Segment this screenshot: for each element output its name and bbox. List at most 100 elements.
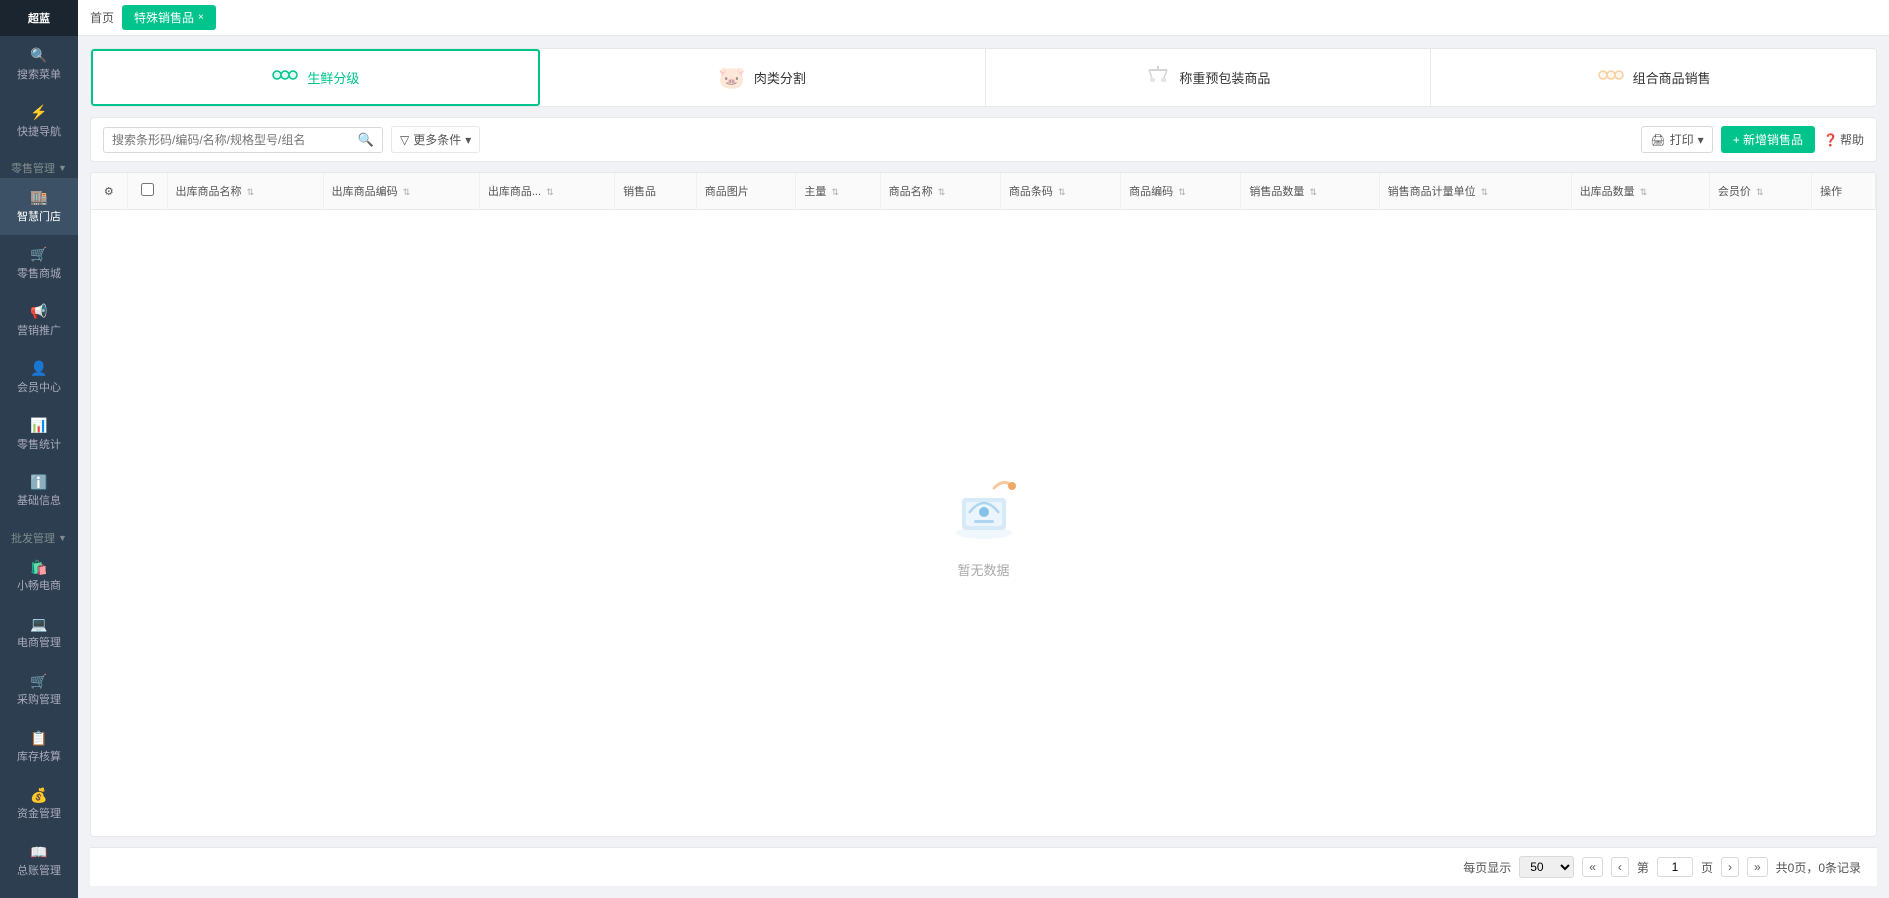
sort-icon: ⇅ — [1058, 187, 1066, 197]
col-label: 销售品数量 — [1249, 186, 1304, 198]
active-tab[interactable]: 特殊销售品 × — [122, 5, 216, 30]
th-member-price[interactable]: 会员价 ⇅ — [1709, 173, 1811, 210]
store-icon: 🏬 — [30, 188, 47, 208]
print-button[interactable]: 🖨 打印 ▾ — [1641, 126, 1712, 153]
th-product-code[interactable]: 商品编码 ⇅ — [1121, 173, 1241, 210]
add-sale-product-button[interactable]: + 新增销售品 — [1721, 126, 1815, 153]
info-icon: ℹ️ — [30, 473, 47, 493]
total-label: 共0页，0条记录 — [1776, 859, 1861, 876]
next-page-button[interactable]: › — [1721, 857, 1739, 877]
prev-page-button[interactable]: ‹ — [1611, 857, 1629, 877]
tab-fresh-grade[interactable]: 生鲜分级 — [91, 49, 540, 106]
search-box[interactable]: 🔍 — [103, 127, 383, 153]
sidebar-item-purchase[interactable]: 🛒 采购管理 — [0, 662, 78, 719]
chevron-down-icon: ▼ — [58, 163, 67, 173]
th-out-product-name[interactable]: 出库商品名称 ⇅ — [167, 173, 323, 210]
sidebar-section-wholesale[interactable]: 批发管理 ▼ — [0, 524, 78, 548]
main-content: 首页 特殊销售品 × 生鲜分级 — [78, 0, 1889, 898]
last-page-button[interactable]: » — [1747, 857, 1768, 877]
help-button[interactable]: ❓ 帮助 — [1823, 131, 1864, 148]
filter-label: 更多条件 — [413, 131, 461, 148]
sidebar-item-ledger[interactable]: 📖 总账管理 — [0, 833, 78, 890]
retail-mgmt-label: 零售管理 — [11, 160, 55, 176]
th-barcode[interactable]: 商品条码 ⇅ — [1000, 173, 1120, 210]
print-label: 打印 — [1670, 131, 1694, 148]
sort-icon: ⇅ — [546, 187, 554, 197]
th-settings[interactable]: ⚙ — [91, 173, 127, 210]
sidebar-item-smart-store[interactable]: 🏬 智慧门店 — [0, 178, 78, 235]
sidebar-item-retail-stats[interactable]: 📊 零售统计 — [0, 406, 78, 463]
add-label: + 新增销售品 — [1733, 131, 1803, 148]
sidebar-item-label: 资金管理 — [17, 807, 61, 822]
sidebar-item-label: 零售统计 — [17, 438, 61, 453]
th-out-product-code[interactable]: 出库商品编码 ⇅ — [323, 173, 479, 210]
tab-meat-cut[interactable]: 🐷 肉类分割 — [540, 49, 986, 106]
col-label: 出库品数量 — [1580, 186, 1635, 198]
search-input[interactable] — [112, 133, 354, 147]
per-page-label: 每页显示 — [1463, 859, 1511, 876]
help-label: 帮助 — [1840, 131, 1864, 148]
chevron-down-icon-2: ▼ — [58, 533, 67, 543]
sidebar-item-label: 搜索菜单 — [17, 68, 61, 83]
col-label: 出库商品名称 — [176, 186, 242, 198]
category-tabs: 生鲜分级 🐷 肉类分割 称 — [90, 48, 1877, 107]
th-sale-unit[interactable]: 销售商品计量单位 ⇅ — [1379, 173, 1571, 210]
sidebar-item-label: 基础信息 — [17, 494, 61, 509]
th-product-image: 商品图片 — [696, 173, 796, 210]
first-page-button[interactable]: « — [1582, 857, 1603, 877]
filter-button[interactable]: ▽ 更多条件 ▾ — [391, 126, 480, 153]
th-main-qty[interactable]: 主量 ⇅ — [796, 173, 880, 210]
home-tab[interactable]: 首页 — [90, 9, 114, 26]
tab-combo-sell[interactable]: 组合商品销售 — [1431, 49, 1876, 106]
print-arrow-icon: ▾ — [1698, 133, 1704, 147]
combo-icon — [1597, 65, 1625, 90]
th-out-qty[interactable]: 出库品数量 ⇅ — [1571, 173, 1709, 210]
search-icon: 🔍 — [358, 132, 374, 148]
per-page-select[interactable]: 50 10 20 100 — [1519, 856, 1574, 878]
sidebar-item-label: 会员中心 — [17, 381, 61, 396]
col-label: 商品图片 — [705, 186, 749, 198]
tab-label: 生鲜分级 — [307, 68, 359, 87]
sidebar-item-mini-ecom[interactable]: 🛍️ 小畅电商 — [0, 548, 78, 605]
sidebar-item-finance[interactable]: 💰 资金管理 — [0, 776, 78, 833]
col-label: 出库商品编码 — [332, 186, 398, 198]
sort-icon: ⇅ — [938, 187, 946, 197]
sidebar-item-ecom-mgmt[interactable]: 💻 电商管理 — [0, 605, 78, 662]
sidebar-item-search-menu[interactable]: 🔍 搜索菜单 — [0, 36, 78, 93]
page-number-input[interactable] — [1657, 857, 1693, 877]
select-all-checkbox[interactable] — [141, 183, 154, 196]
sidebar-item-label: 库存核算 — [17, 750, 61, 765]
bag-icon: 🛍️ — [30, 558, 47, 578]
col-label: 商品条码 — [1009, 186, 1053, 198]
active-tab-label: 特殊销售品 — [134, 9, 194, 26]
sidebar-item-inventory[interactable]: 📋 库存核算 — [0, 719, 78, 776]
scale-icon — [1145, 64, 1171, 92]
th-sale-qty[interactable]: 销售品数量 ⇅ — [1241, 173, 1379, 210]
sidebar-item-quick-nav[interactable]: ⚡ 快捷导航 — [0, 93, 78, 150]
col-label: 操作 — [1820, 186, 1842, 198]
th-product-name[interactable]: 商品名称 ⇅ — [880, 173, 1000, 210]
sidebar-item-label: 采购管理 — [17, 693, 61, 708]
toolbar-right: 🖨 打印 ▾ + 新增销售品 ❓ 帮助 — [1641, 126, 1864, 153]
tab-weigh-pack[interactable]: 称重预包装商品 — [986, 49, 1432, 106]
th-out-product-x[interactable]: 出库商品... ⇅ — [479, 173, 614, 210]
sort-icon: ⇅ — [1178, 187, 1186, 197]
th-checkbox[interactable] — [127, 173, 167, 210]
sidebar-item-marketing[interactable]: 📢 营销推广 — [0, 292, 78, 349]
tab-close-icon[interactable]: × — [198, 12, 204, 23]
sidebar-item-members[interactable]: 👤 会员中心 — [0, 349, 78, 406]
table-settings-icon: ⚙ — [104, 186, 114, 198]
sidebar: 超蓝 🔍 搜索菜单 ⚡ 快捷导航 零售管理 ▼ 🏬 智慧门店 🛒 零售商城 📢 … — [0, 0, 78, 898]
sidebar-section-retail[interactable]: 零售管理 ▼ — [0, 154, 78, 178]
filter-arrow-icon: ▾ — [465, 133, 471, 147]
sidebar-item-retail-mall[interactable]: 🛒 零售商城 — [0, 235, 78, 292]
col-label: 主量 — [804, 186, 826, 198]
th-sale-product: 销售品 — [615, 173, 697, 210]
cart-icon: 🛒 — [30, 245, 47, 265]
wholesale-mgmt-label: 批发管理 — [11, 530, 55, 546]
col-label: 销售商品计量单位 — [1388, 186, 1476, 198]
sidebar-item-invoice[interactable]: 🧾 发票管理 — [0, 890, 78, 898]
sidebar-item-basic-info[interactable]: ℹ️ 基础信息 — [0, 463, 78, 520]
th-operation: 操作 — [1812, 173, 1876, 210]
megaphone-icon: 📢 — [30, 302, 47, 322]
